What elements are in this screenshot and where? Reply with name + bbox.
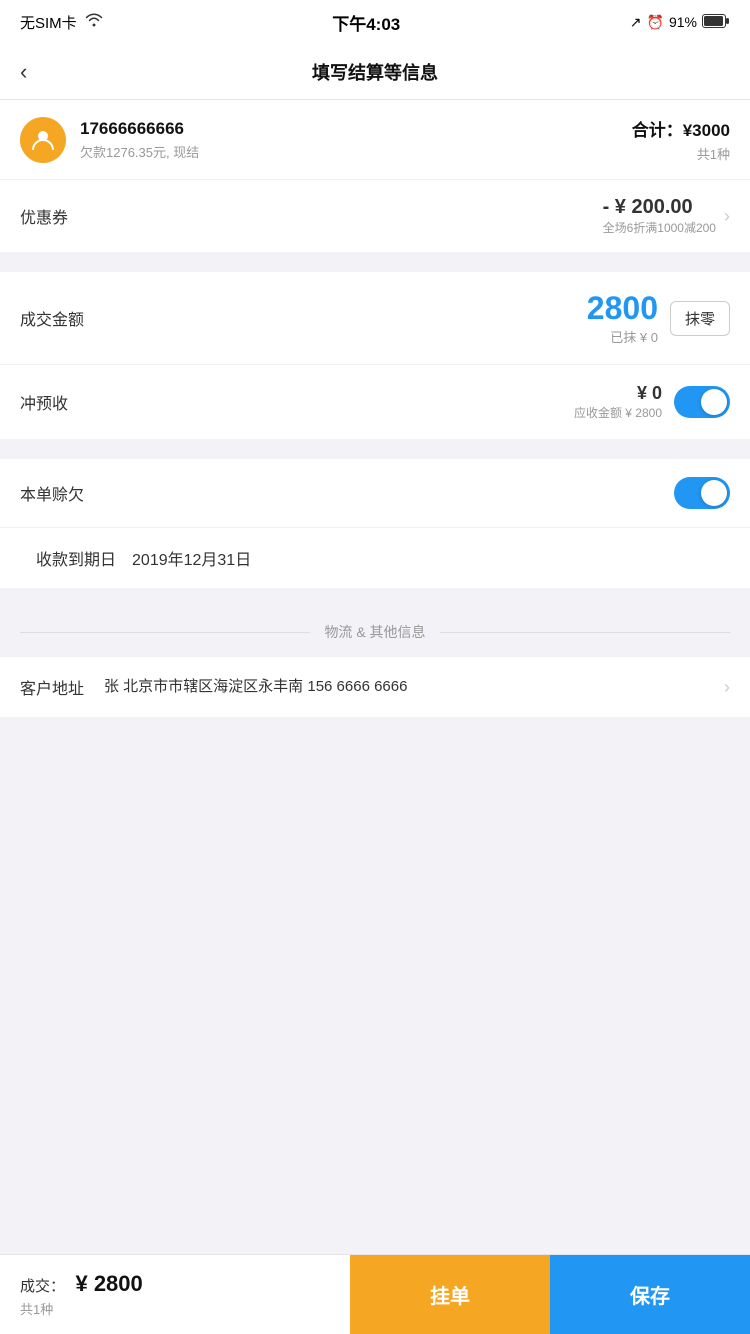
save-button[interactable]: 保存 xyxy=(550,1255,750,1334)
back-button[interactable]: ‹ xyxy=(20,59,27,85)
logistics-line-left xyxy=(20,632,310,633)
logistics-text: 物流 & 其他信息 xyxy=(324,622,425,642)
debt-card: 本单赊欠 收款到期日 2019年12月31日 xyxy=(0,459,750,588)
deal-amount-card: 成交金额 2800 已抹 ¥ 0 抹零 冲预收 ¥ 0 应收金额 ¥ 2800 xyxy=(0,272,750,439)
debt-row: 本单赊欠 xyxy=(0,459,750,528)
section-divider-2 xyxy=(0,449,750,459)
total-value: ¥3000 xyxy=(683,121,730,140)
toggle-knob xyxy=(701,389,727,415)
prepay-sub: 应收金额 ¥ 2800 xyxy=(574,404,662,421)
debt-toggle-knob xyxy=(701,480,727,506)
status-bar: 无SIM卡 下午4:03 ↗ ⏰ 91% xyxy=(0,0,750,44)
coupon-amount: - ¥ 200.00 xyxy=(603,196,716,219)
debt-toggle[interactable] xyxy=(674,477,730,509)
alarm-icon: ⏰ xyxy=(647,14,664,31)
customer-sub: 欠款1276.35元, 现结 xyxy=(80,142,199,161)
coupon-desc: 全场6折满1000减200 xyxy=(603,219,716,236)
status-right: ↗ ⏰ 91% xyxy=(630,14,730,31)
nav-bar: ‹ 填写结算等信息 xyxy=(0,44,750,100)
battery-icon xyxy=(702,14,730,31)
bottom-deal-amount: ¥ 2800 xyxy=(75,1271,142,1296)
total-count: 共1种 xyxy=(632,144,730,163)
prepay-col: ¥ 0 应收金额 ¥ 2800 xyxy=(574,383,662,421)
customer-row: 17666666666 欠款1276.35元, 现结 合计：¥3000 共1种 xyxy=(0,100,750,179)
hold-button[interactable]: 挂单 xyxy=(350,1255,550,1334)
total-label: 合计： xyxy=(632,121,683,140)
due-date-value: 2019年12月31日 xyxy=(132,552,251,569)
coupon-row[interactable]: 优惠券 - ¥ 200.00 全场6折满1000减200 › xyxy=(0,179,750,252)
deal-amount-value: 2800 已抹 ¥ 0 抹零 xyxy=(587,290,730,346)
customer-left: 17666666666 欠款1276.35元, 现结 xyxy=(20,117,199,163)
due-date-row: 收款到期日 2019年12月31日 xyxy=(0,528,750,588)
prepay-label: 冲预收 xyxy=(20,390,68,414)
prepay-toggle[interactable] xyxy=(674,386,730,418)
total-amount: 合计：¥3000 xyxy=(632,116,730,141)
deal-amount-row: 成交金额 2800 已抹 ¥ 0 抹零 xyxy=(0,272,750,365)
prepay-value: ¥ 0 应收金额 ¥ 2800 xyxy=(574,383,730,421)
battery-text: 91% xyxy=(669,14,697,30)
deal-amount-number: 2800 xyxy=(587,290,658,327)
status-time: 下午4:03 xyxy=(332,10,400,35)
location-icon: ↗ xyxy=(630,14,642,31)
deal-erased: 已抹 ¥ 0 xyxy=(610,327,658,346)
address-row[interactable]: 客户地址 张 北京市市辖区海淀区永丰南 156 6666 6666 › xyxy=(0,656,750,717)
address-chevron-icon: › xyxy=(724,677,730,698)
logistics-separator: 物流 & 其他信息 xyxy=(0,608,750,656)
coupon-right: - ¥ 200.00 全场6折满1000减200 › xyxy=(603,196,730,236)
bottom-bar: 成交： ¥ 2800 共1种 挂单 保存 xyxy=(0,1254,750,1334)
status-left: 无SIM卡 xyxy=(20,12,103,33)
prepay-amount: ¥ 0 xyxy=(637,383,662,404)
due-date-label: 收款到期日 xyxy=(36,552,116,569)
address-label: 客户地址 xyxy=(20,675,84,699)
customer-info: 17666666666 欠款1276.35元, 现结 xyxy=(80,119,199,161)
debt-toggle-container xyxy=(674,477,730,509)
address-value: 张 北京市市辖区海淀区永丰南 156 6666 6666 xyxy=(104,676,724,699)
bottom-deal-label: 成交： xyxy=(20,1278,65,1295)
no-sim-text: 无SIM卡 xyxy=(20,12,77,33)
user-icon xyxy=(30,127,56,153)
bottom-deal-row: 成交： ¥ 2800 xyxy=(20,1271,330,1297)
section-divider-3 xyxy=(0,598,750,608)
bottom-count: 共1种 xyxy=(20,1299,330,1318)
deal-amount-col: 2800 已抹 ¥ 0 xyxy=(587,290,658,346)
logistics-line-right xyxy=(440,632,730,633)
customer-card: 17666666666 欠款1276.35元, 现结 合计：¥3000 共1种 … xyxy=(0,100,750,252)
customer-phone: 17666666666 xyxy=(80,119,199,139)
customer-right: 合计：¥3000 共1种 xyxy=(632,116,730,163)
coupon-info: - ¥ 200.00 全场6折满1000减200 xyxy=(603,196,716,236)
chevron-right-icon: › xyxy=(724,206,730,227)
coupon-label: 优惠券 xyxy=(20,204,68,228)
section-divider-1 xyxy=(0,262,750,272)
bottom-summary: 成交： ¥ 2800 共1种 xyxy=(0,1271,350,1318)
page-title: 填写结算等信息 xyxy=(312,59,438,85)
address-card: 客户地址 张 北京市市辖区海淀区永丰南 156 6666 6666 › xyxy=(0,656,750,717)
debt-label: 本单赊欠 xyxy=(20,481,84,505)
deal-amount-label: 成交金额 xyxy=(20,306,84,330)
avatar xyxy=(20,117,66,163)
round-zero-button[interactable]: 抹零 xyxy=(670,301,730,336)
content-area: 17666666666 欠款1276.35元, 现结 合计：¥3000 共1种 … xyxy=(0,100,750,817)
wifi-icon xyxy=(85,13,103,31)
prepay-row: 冲预收 ¥ 0 应收金额 ¥ 2800 xyxy=(0,365,750,439)
